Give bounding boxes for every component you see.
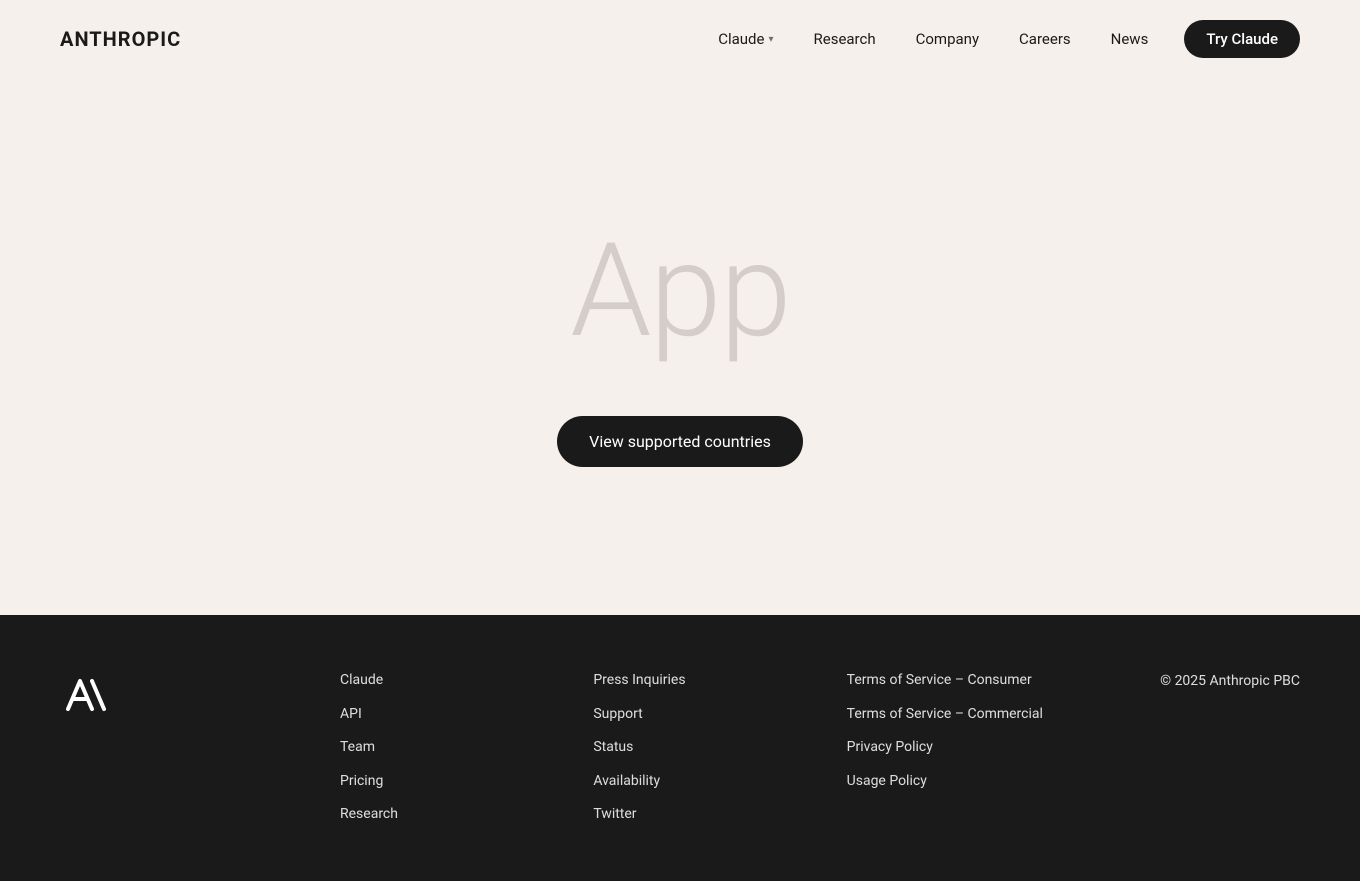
footer-link-status[interactable]: Status [593,738,846,758]
nav-item-claude[interactable]: Claude ▾ [702,22,789,56]
nav-item-news[interactable]: News [1095,22,1165,56]
main-nav: Claude ▾ Research Company Careers News T… [702,20,1300,58]
footer-col-1: Claude API Team Pricing Research [340,671,593,825]
footer-link-api[interactable]: API [340,705,593,725]
nav-item-company[interactable]: Company [900,22,995,56]
footer-link-usage[interactable]: Usage Policy [847,772,1100,792]
logo[interactable]: ANTHROPIC [60,27,181,51]
footer-link-availability[interactable]: Availability [593,772,846,792]
chevron-down-icon: ▾ [768,34,773,45]
nav-item-careers[interactable]: Careers [1003,22,1087,56]
main-content: App View supported countries [0,78,1360,615]
footer-link-tos-consumer[interactable]: Terms of Service – Consumer [847,671,1100,691]
footer-link-support[interactable]: Support [593,705,846,725]
footer-link-research[interactable]: Research [340,805,593,825]
header: ANTHROPIC Claude ▾ Research Company Care… [0,0,1360,78]
footer-logo-col [60,671,340,825]
footer-col-3: Terms of Service – Consumer Terms of Ser… [847,671,1100,825]
footer-copyright: © 2025 Anthropic PBC [1100,671,1300,825]
view-countries-button[interactable]: View supported countries [557,416,803,467]
footer-link-privacy[interactable]: Privacy Policy [847,738,1100,758]
footer-link-press[interactable]: Press Inquiries [593,671,846,691]
footer-link-team[interactable]: Team [340,738,593,758]
app-heading: App [570,226,789,356]
footer-nav: Claude API Team Pricing Research Press I… [340,671,1100,825]
footer-link-claude[interactable]: Claude [340,671,593,691]
footer-col-2: Press Inquiries Support Status Availabil… [593,671,846,825]
footer-link-pricing[interactable]: Pricing [340,772,593,792]
footer-link-tos-commercial[interactable]: Terms of Service – Commercial [847,705,1100,725]
try-claude-button[interactable]: Try Claude [1184,20,1300,58]
footer-logo-icon [60,671,108,719]
nav-item-research[interactable]: Research [798,22,892,56]
footer-link-twitter[interactable]: Twitter [593,805,846,825]
footer: Claude API Team Pricing Research Press I… [0,615,1360,881]
